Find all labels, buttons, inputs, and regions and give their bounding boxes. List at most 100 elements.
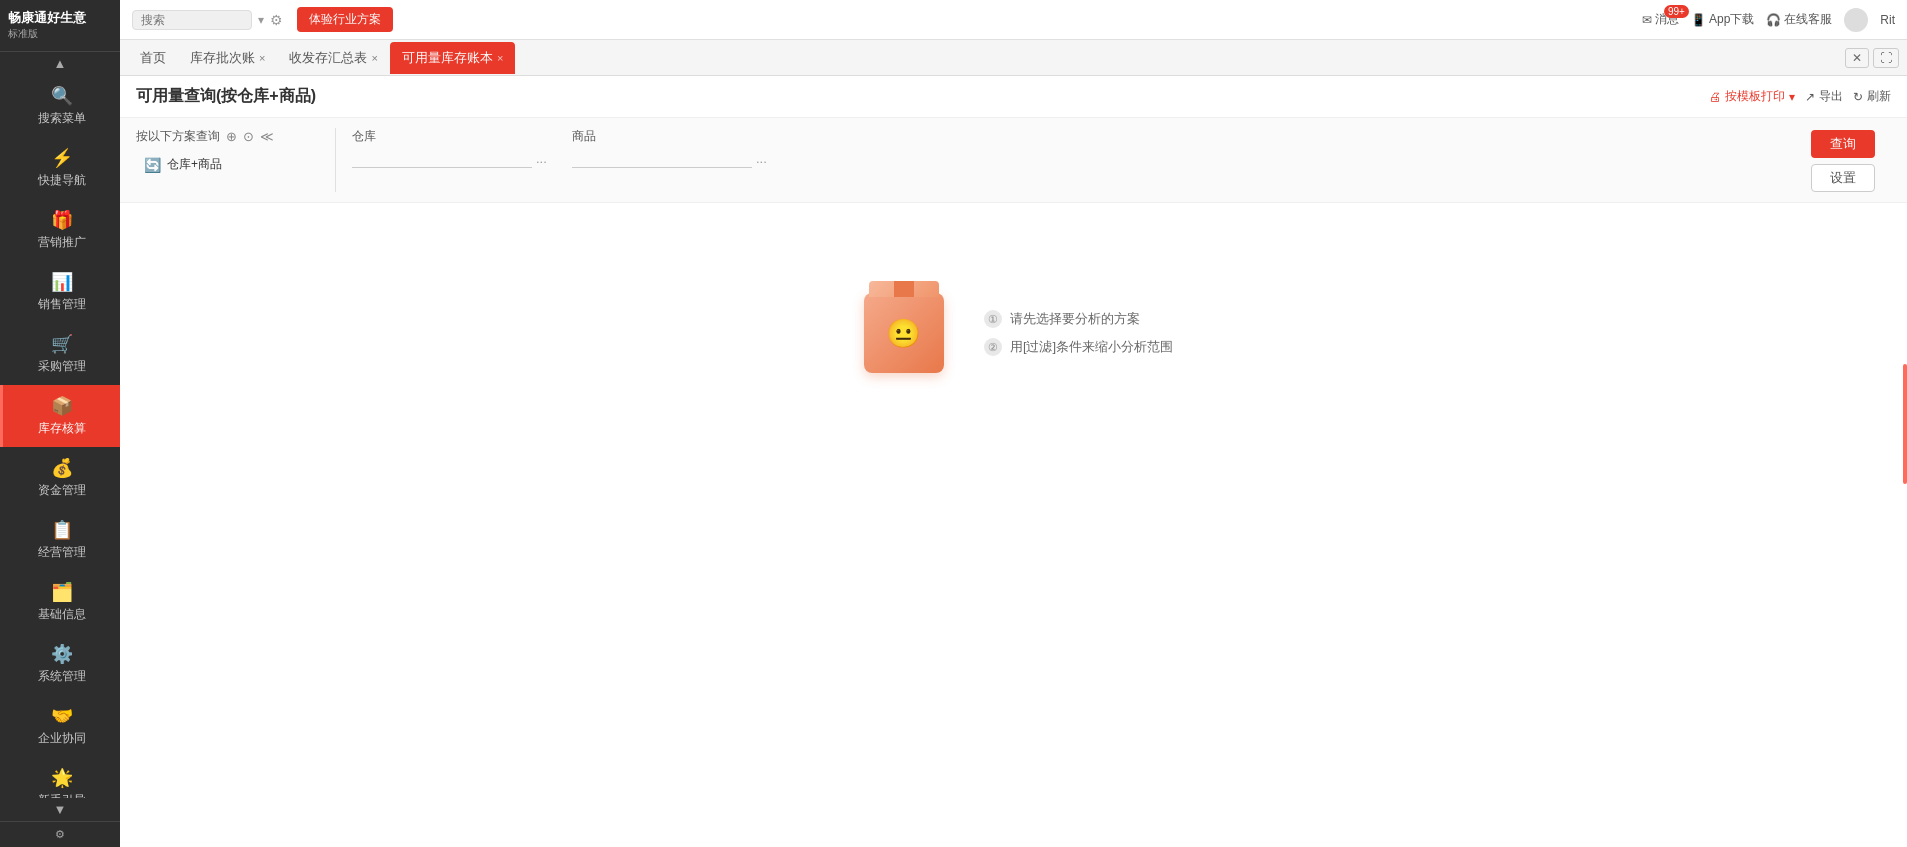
tab-close-icon[interactable]: × bbox=[497, 52, 503, 64]
print-label: 按模板打印 bbox=[1725, 88, 1785, 105]
top-header: ▾ ⚙ 体验行业方案 ✉ 消息 99+ 📱 App下载 🎧 在线客服 Rit bbox=[120, 0, 1907, 40]
empty-illustration: 😐 bbox=[854, 283, 954, 383]
goods-input-row: ... bbox=[572, 149, 772, 168]
box-face-icon: 😐 bbox=[886, 317, 921, 350]
filter-label-text: 按以下方案查询 bbox=[136, 128, 220, 145]
filter-area: 按以下方案查询 ⊕ ⊙ ≪ 🔄 仓库+商品 仓库 bbox=[120, 118, 1907, 203]
avatar[interactable] bbox=[1844, 8, 1868, 32]
sidebar-item-finance[interactable]: 💰 资金管理 bbox=[0, 447, 120, 509]
print-button[interactable]: 🖨 按模板打印 ▾ bbox=[1709, 88, 1795, 105]
scheme-option-warehouse-goods[interactable]: 🔄 仓库+商品 bbox=[136, 151, 325, 178]
scroll-down-arrow[interactable]: ▼ bbox=[0, 798, 120, 821]
filter-scheme-panel: 按以下方案查询 ⊕ ⊙ ≪ 🔄 仓库+商品 bbox=[136, 128, 336, 192]
tab-label: 首页 bbox=[140, 49, 166, 67]
sidebar-footer[interactable]: ⚙ bbox=[0, 821, 120, 847]
search-input[interactable] bbox=[132, 10, 252, 30]
collapse-icon[interactable]: ≪ bbox=[260, 129, 274, 144]
goods-label: 商品 bbox=[572, 128, 772, 145]
main-content: ▾ ⚙ 体验行业方案 ✉ 消息 99+ 📱 App下载 🎧 在线客服 Rit 首… bbox=[120, 0, 1907, 847]
headset-icon: 🎧 bbox=[1766, 13, 1781, 27]
sidebar-item-purchase[interactable]: 🛒 采购管理 bbox=[0, 323, 120, 385]
message-icon: ✉ bbox=[1642, 13, 1652, 27]
scheme-label: 仓库+商品 bbox=[167, 156, 222, 173]
warehouse-input-row: ... bbox=[352, 149, 552, 168]
sidebar-item-cooperation[interactable]: 🤝 企业协同 bbox=[0, 695, 120, 757]
industry-button[interactable]: 体验行业方案 bbox=[297, 7, 393, 32]
tab-batch[interactable]: 库存批次账× bbox=[178, 42, 277, 74]
export-button[interactable]: ↗ 导出 bbox=[1805, 88, 1843, 105]
tab-home[interactable]: 首页 bbox=[128, 42, 178, 74]
tab-summary[interactable]: 收发存汇总表 × bbox=[277, 42, 389, 74]
app-logo: 畅康通好生意 标准版 bbox=[0, 0, 120, 52]
sidebar-item-basic[interactable]: 🗂️ 基础信息 bbox=[0, 571, 120, 633]
sidebar-item-newguide[interactable]: 🌟 新手引导 bbox=[0, 757, 120, 798]
empty-tips: ① 请先选择要分析的方案 ② 用[过滤]条件来缩小分析范围 bbox=[984, 310, 1173, 356]
search-icon: 🔍 bbox=[51, 85, 73, 107]
sidebar-item-label: 资金管理 bbox=[38, 482, 86, 499]
settings-button[interactable]: 设置 bbox=[1811, 164, 1875, 192]
refresh-button[interactable]: ↻ 刷新 bbox=[1853, 88, 1891, 105]
operation-icon: 📋 bbox=[51, 519, 73, 541]
goods-input[interactable] bbox=[572, 149, 752, 168]
title-bar-actions: 🖨 按模板打印 ▾ ↗ 导出 ↻ 刷新 bbox=[1709, 88, 1891, 105]
inner-page: 可用量查询(按仓库+商品) 🖨 按模板打印 ▾ ↗ 导出 ↻ 刷新 bbox=[120, 76, 1907, 847]
setting-scheme-icon[interactable]: ⊙ bbox=[243, 129, 254, 144]
warehouse-more-button[interactable]: ... bbox=[536, 151, 547, 166]
tab-available[interactable]: 可用量库存账本× bbox=[390, 42, 515, 74]
tip-number-2: ② bbox=[984, 338, 1002, 356]
notification-area[interactable]: ✉ 消息 99+ bbox=[1642, 11, 1679, 28]
app-subtitle: 标准版 bbox=[8, 27, 112, 41]
inventory-icon: 📦 bbox=[51, 395, 73, 417]
tab-label: 收发存汇总表 bbox=[289, 49, 367, 67]
expand-button[interactable]: ⛶ bbox=[1873, 48, 1899, 68]
page-title-bar: 可用量查询(按仓库+商品) 🖨 按模板打印 ▾ ↗ 导出 ↻ 刷新 bbox=[120, 76, 1907, 118]
printer-icon: 🖨 bbox=[1709, 90, 1721, 104]
finance-icon: 💰 bbox=[51, 457, 73, 479]
sidebar-item-label: 搜索菜单 bbox=[38, 110, 86, 127]
sidebar-item-label: 快捷导航 bbox=[38, 172, 86, 189]
chevron-down-icon: ▾ bbox=[258, 13, 264, 27]
sidebar-item-search[interactable]: 🔍 搜索菜单 bbox=[0, 75, 120, 137]
warehouse-input[interactable] bbox=[352, 149, 532, 168]
filter-fields: 仓库 ... 商品 ... bbox=[336, 128, 1795, 192]
close-all-tabs-button[interactable]: ✕ bbox=[1845, 48, 1869, 68]
sidebar-item-label: 系统管理 bbox=[38, 668, 86, 685]
sidebar-nav: 🔍 搜索菜单 ⚡ 快捷导航 🎁 营销推广 📊 销售管理 🛒 采购管理 📦 库存核… bbox=[0, 75, 120, 798]
sidebar-item-inventory[interactable]: 📦 库存核算 bbox=[0, 385, 120, 447]
sidebar-item-label: 企业协同 bbox=[38, 730, 86, 747]
export-label: 导出 bbox=[1819, 88, 1843, 105]
app-download-label: App下载 bbox=[1709, 11, 1754, 28]
print-dropdown-icon: ▾ bbox=[1789, 90, 1795, 104]
goods-more-button[interactable]: ... bbox=[756, 151, 767, 166]
query-button[interactable]: 查询 bbox=[1811, 130, 1875, 158]
tab-close-icon[interactable]: × bbox=[371, 52, 377, 64]
tab-bar-actions: ✕ ⛶ bbox=[1845, 48, 1899, 68]
username-text[interactable]: Rit bbox=[1880, 13, 1895, 27]
box-icon: 😐 bbox=[864, 293, 944, 373]
sidebar-item-sales[interactable]: 📊 销售管理 bbox=[0, 261, 120, 323]
right-edge-indicator bbox=[1903, 364, 1907, 484]
sidebar-item-system[interactable]: ⚙️ 系统管理 bbox=[0, 633, 120, 695]
top-right-actions: ✉ 消息 99+ 📱 App下载 🎧 在线客服 Rit bbox=[1642, 8, 1895, 32]
scroll-up-arrow[interactable]: ▲ bbox=[0, 52, 120, 75]
add-scheme-icon[interactable]: ⊕ bbox=[226, 129, 237, 144]
marketing-icon: 🎁 bbox=[51, 209, 73, 231]
empty-tip-2: ② 用[过滤]条件来缩小分析范围 bbox=[984, 338, 1173, 356]
gear-icon[interactable]: ⚙ bbox=[270, 12, 283, 28]
app-download-button[interactable]: 📱 App下载 bbox=[1691, 11, 1754, 28]
sidebar-item-marketing[interactable]: 🎁 营销推广 bbox=[0, 199, 120, 261]
refresh-label: 刷新 bbox=[1867, 88, 1891, 105]
online-service-button[interactable]: 🎧 在线客服 bbox=[1766, 11, 1832, 28]
sidebar-item-operation[interactable]: 📋 经营管理 bbox=[0, 509, 120, 571]
cooperation-icon: 🤝 bbox=[51, 705, 73, 727]
sales-icon: 📊 bbox=[51, 271, 73, 293]
sidebar: 畅康通好生意 标准版 ▲ 🔍 搜索菜单 ⚡ 快捷导航 🎁 营销推广 📊 销售管理… bbox=[0, 0, 120, 847]
basic-icon: 🗂️ bbox=[51, 581, 73, 603]
empty-state: 😐 ① 请先选择要分析的方案 ② 用[过滤]条件来缩小分析范围 bbox=[120, 203, 1907, 463]
app-title: 畅康通好生意 bbox=[8, 10, 112, 27]
tip-number-1: ① bbox=[984, 310, 1002, 328]
refresh-icon: ↻ bbox=[1853, 90, 1863, 104]
sidebar-item-label: 采购管理 bbox=[38, 358, 86, 375]
tab-close-icon[interactable]: × bbox=[259, 52, 265, 64]
sidebar-item-shortcut[interactable]: ⚡ 快捷导航 bbox=[0, 137, 120, 199]
